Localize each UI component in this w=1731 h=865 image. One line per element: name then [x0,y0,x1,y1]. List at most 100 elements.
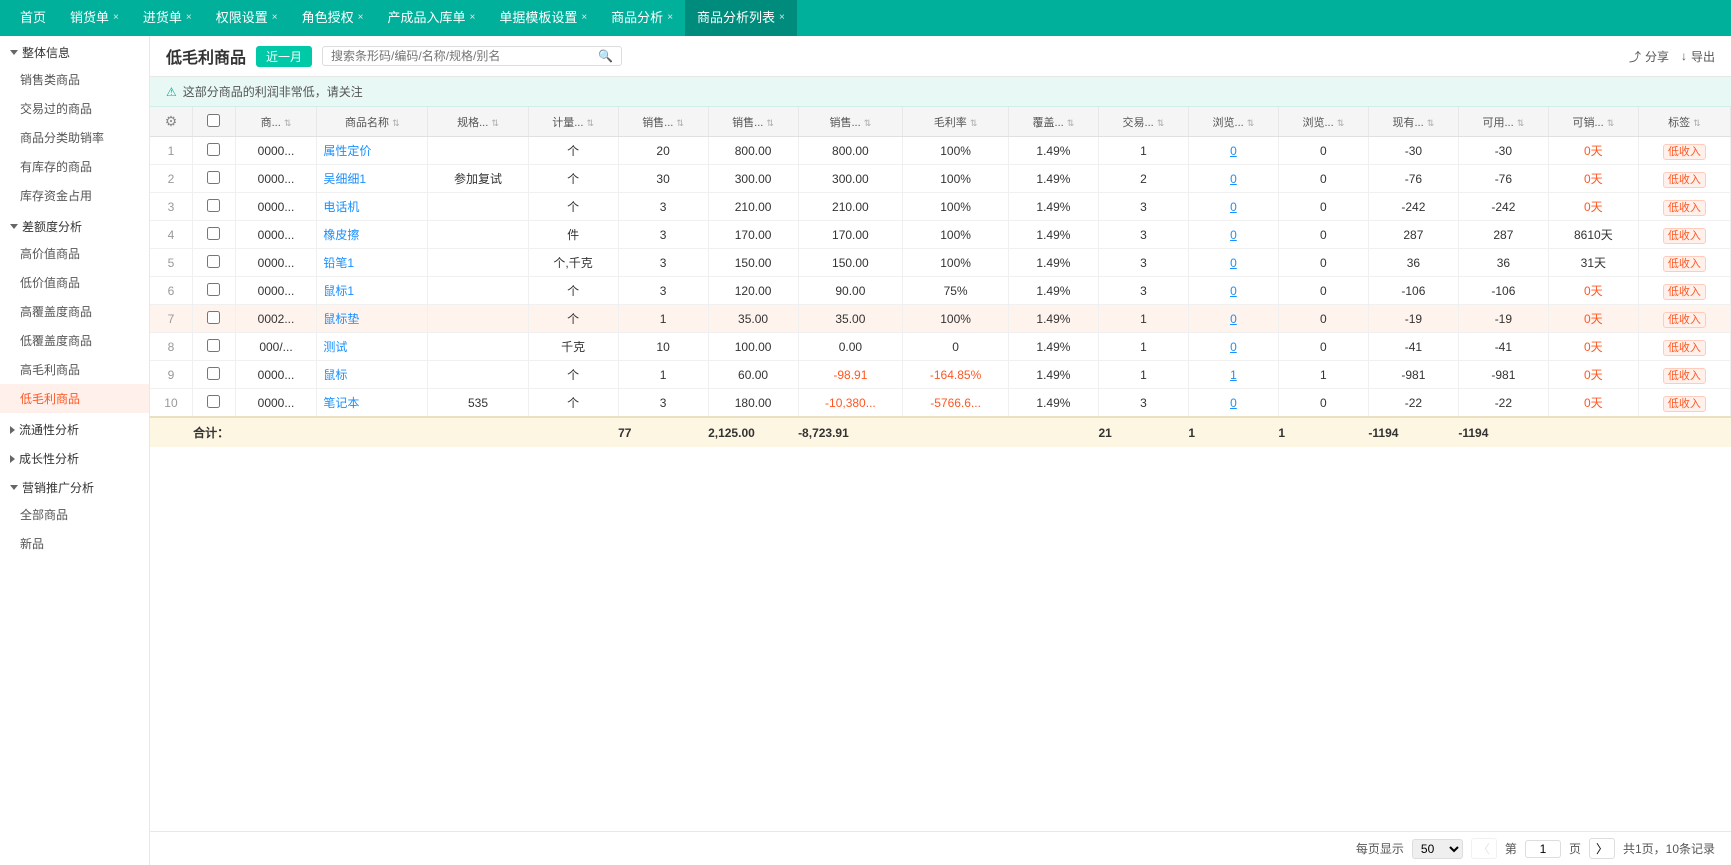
row-name[interactable]: 吴细细1 [317,165,428,193]
col-tag[interactable]: 标签 ⇅ [1638,107,1730,137]
row-checkbox[interactable] [192,193,235,221]
sidebar-item-traded-products[interactable]: 交易过的商品 [0,94,149,123]
gear-icon[interactable]: ⚙ [165,113,178,129]
col-saleable-days[interactable]: 可销... ⇅ [1548,107,1638,137]
col-views1[interactable]: 浏览... ⇅ [1188,107,1278,137]
sidebar-item-low-coverage[interactable]: 低覆盖度商品 [0,326,149,355]
row-checkbox[interactable] [192,137,235,165]
nav-close-purchase-order[interactable]: × [186,0,192,36]
col-views2[interactable]: 浏览... ⇅ [1278,107,1368,137]
nav-permissions[interactable]: 权限设置 × [204,0,290,36]
sidebar-item-all-products[interactable]: 全部商品 [0,500,149,529]
sidebar-group-liquidity[interactable]: 流通性分析 [0,413,149,442]
row-checkbox[interactable] [192,165,235,193]
nav-close-role-auth[interactable]: × [358,0,364,36]
export-button[interactable]: ↓ 导出 [1681,48,1715,65]
col-sales-price[interactable]: 销售... ⇅ [708,107,798,137]
col-current-stock[interactable]: 现有... ⇅ [1368,107,1458,137]
row-checkbox[interactable] [192,277,235,305]
row-sales-profit: 800.00 [798,137,903,165]
sidebar-item-high-margin[interactable]: 高毛利商品 [0,355,149,384]
nav-close-product-inbound[interactable]: × [469,0,475,36]
row-name[interactable]: 属性定价 [317,137,428,165]
sort-icon-12: ⇅ [1337,118,1345,128]
nav-close-product-analysis[interactable]: × [667,0,673,36]
col-sales-qty[interactable]: 销售... ⇅ [618,107,708,137]
footer-empty-name [317,417,428,447]
row-name[interactable]: 测试 [317,333,428,361]
row-select-checkbox[interactable] [207,199,220,212]
row-select-checkbox[interactable] [207,171,220,184]
col-coverage[interactable]: 覆盖... ⇅ [1008,107,1098,137]
nav-role-auth[interactable]: 角色授权 × [290,0,376,36]
row-select-checkbox[interactable] [207,339,220,352]
row-select-checkbox[interactable] [207,283,220,296]
row-name[interactable]: 鼠标 [317,361,428,389]
row-select-checkbox[interactable] [207,227,220,240]
sidebar-group-growth[interactable]: 成长性分析 [0,442,149,471]
col-gross-rate[interactable]: 毛利率 ⇅ [903,107,1009,137]
row-name[interactable]: 电话机 [317,193,428,221]
row-select-checkbox[interactable] [207,367,220,380]
row-checkbox[interactable] [192,221,235,249]
nav-product-analysis[interactable]: 商品分析 × [599,0,685,36]
sidebar-item-new-products[interactable]: 新品 [0,529,149,558]
col-unit[interactable]: 计量... ⇅ [528,107,618,137]
nav-purchase-order[interactable]: 进货单 × [131,0,204,36]
search-input[interactable] [331,49,598,63]
nav-template-settings[interactable]: 单据模板设置 × [487,0,599,36]
row-name[interactable]: 笔记本 [317,389,428,418]
filter-recent-month-button[interactable]: 近一月 [256,46,312,67]
row-checkbox[interactable] [192,361,235,389]
row-checkbox[interactable] [192,249,235,277]
sidebar-item-stock-capital[interactable]: 库存资金占用 [0,181,149,210]
row-views2: 1 [1278,361,1368,389]
select-all-checkbox[interactable] [207,114,220,127]
sidebar-item-high-value[interactable]: 高价值商品 [0,239,149,268]
row-name[interactable]: 铅笔1 [317,249,428,277]
row-select-checkbox[interactable] [207,395,220,408]
sidebar-group-margin-analysis[interactable]: 差额度分析 [0,210,149,239]
per-page-select[interactable]: 50 20 100 [1412,839,1463,859]
prev-page-button[interactable]: 〈 [1471,838,1497,859]
nav-product-inbound[interactable]: 产成品入库单 × [375,0,487,36]
sidebar-item-category-rate[interactable]: 商品分类助销率 [0,123,149,152]
nav-close-sales-order[interactable]: × [113,0,119,36]
col-code[interactable]: 商... ⇅ [235,107,317,137]
sidebar-item-sales-products[interactable]: 销售类商品 [0,65,149,94]
nav-close-permissions[interactable]: × [272,0,278,36]
col-spec[interactable]: 规格... ⇅ [428,107,528,137]
sidebar-item-low-value[interactable]: 低价值商品 [0,268,149,297]
row-select-checkbox[interactable] [207,143,220,156]
col-sales-profit[interactable]: 销售... ⇅ [798,107,903,137]
sidebar-item-low-margin[interactable]: 低毛利商品 [0,384,149,413]
col-transactions[interactable]: 交易... ⇅ [1098,107,1188,137]
nav-sales-order[interactable]: 销货单 × [58,0,131,36]
col-name[interactable]: 商品名称 ⇅ [317,107,428,137]
row-checkbox[interactable] [192,333,235,361]
col-available-stock[interactable]: 可用... ⇅ [1458,107,1548,137]
nav-product-analysis-list[interactable]: 商品分析列表 × [685,0,797,36]
row-spec: 参加复试 [428,165,528,193]
row-spec [428,249,528,277]
row-name[interactable]: 橡皮擦 [317,221,428,249]
search-icon[interactable]: 🔍 [598,49,613,63]
sidebar-item-stocked-products[interactable]: 有库存的商品 [0,152,149,181]
sidebar-item-high-coverage[interactable]: 高覆盖度商品 [0,297,149,326]
row-checkbox[interactable] [192,305,235,333]
row-select-checkbox[interactable] [207,255,220,268]
row-name[interactable]: 鼠标垫 [317,305,428,333]
sidebar-group-overall[interactable]: 整体信息 [0,36,149,65]
page-number-input[interactable] [1525,840,1561,858]
row-select-checkbox[interactable] [207,311,220,324]
row-name[interactable]: 鼠标1 [317,277,428,305]
col-settings[interactable]: ⚙ [150,107,192,137]
nav-home[interactable]: 首页 [8,0,58,36]
nav-close-product-analysis-list[interactable]: × [779,0,785,36]
sidebar-group-marketing[interactable]: 营销推广分析 [0,471,149,500]
row-tag: 低收入 [1638,277,1730,305]
row-checkbox[interactable] [192,389,235,418]
share-button[interactable]: ⤴ 分享 [1629,48,1669,65]
nav-close-template-settings[interactable]: × [581,0,587,36]
next-page-button[interactable]: 〉 [1589,838,1615,859]
